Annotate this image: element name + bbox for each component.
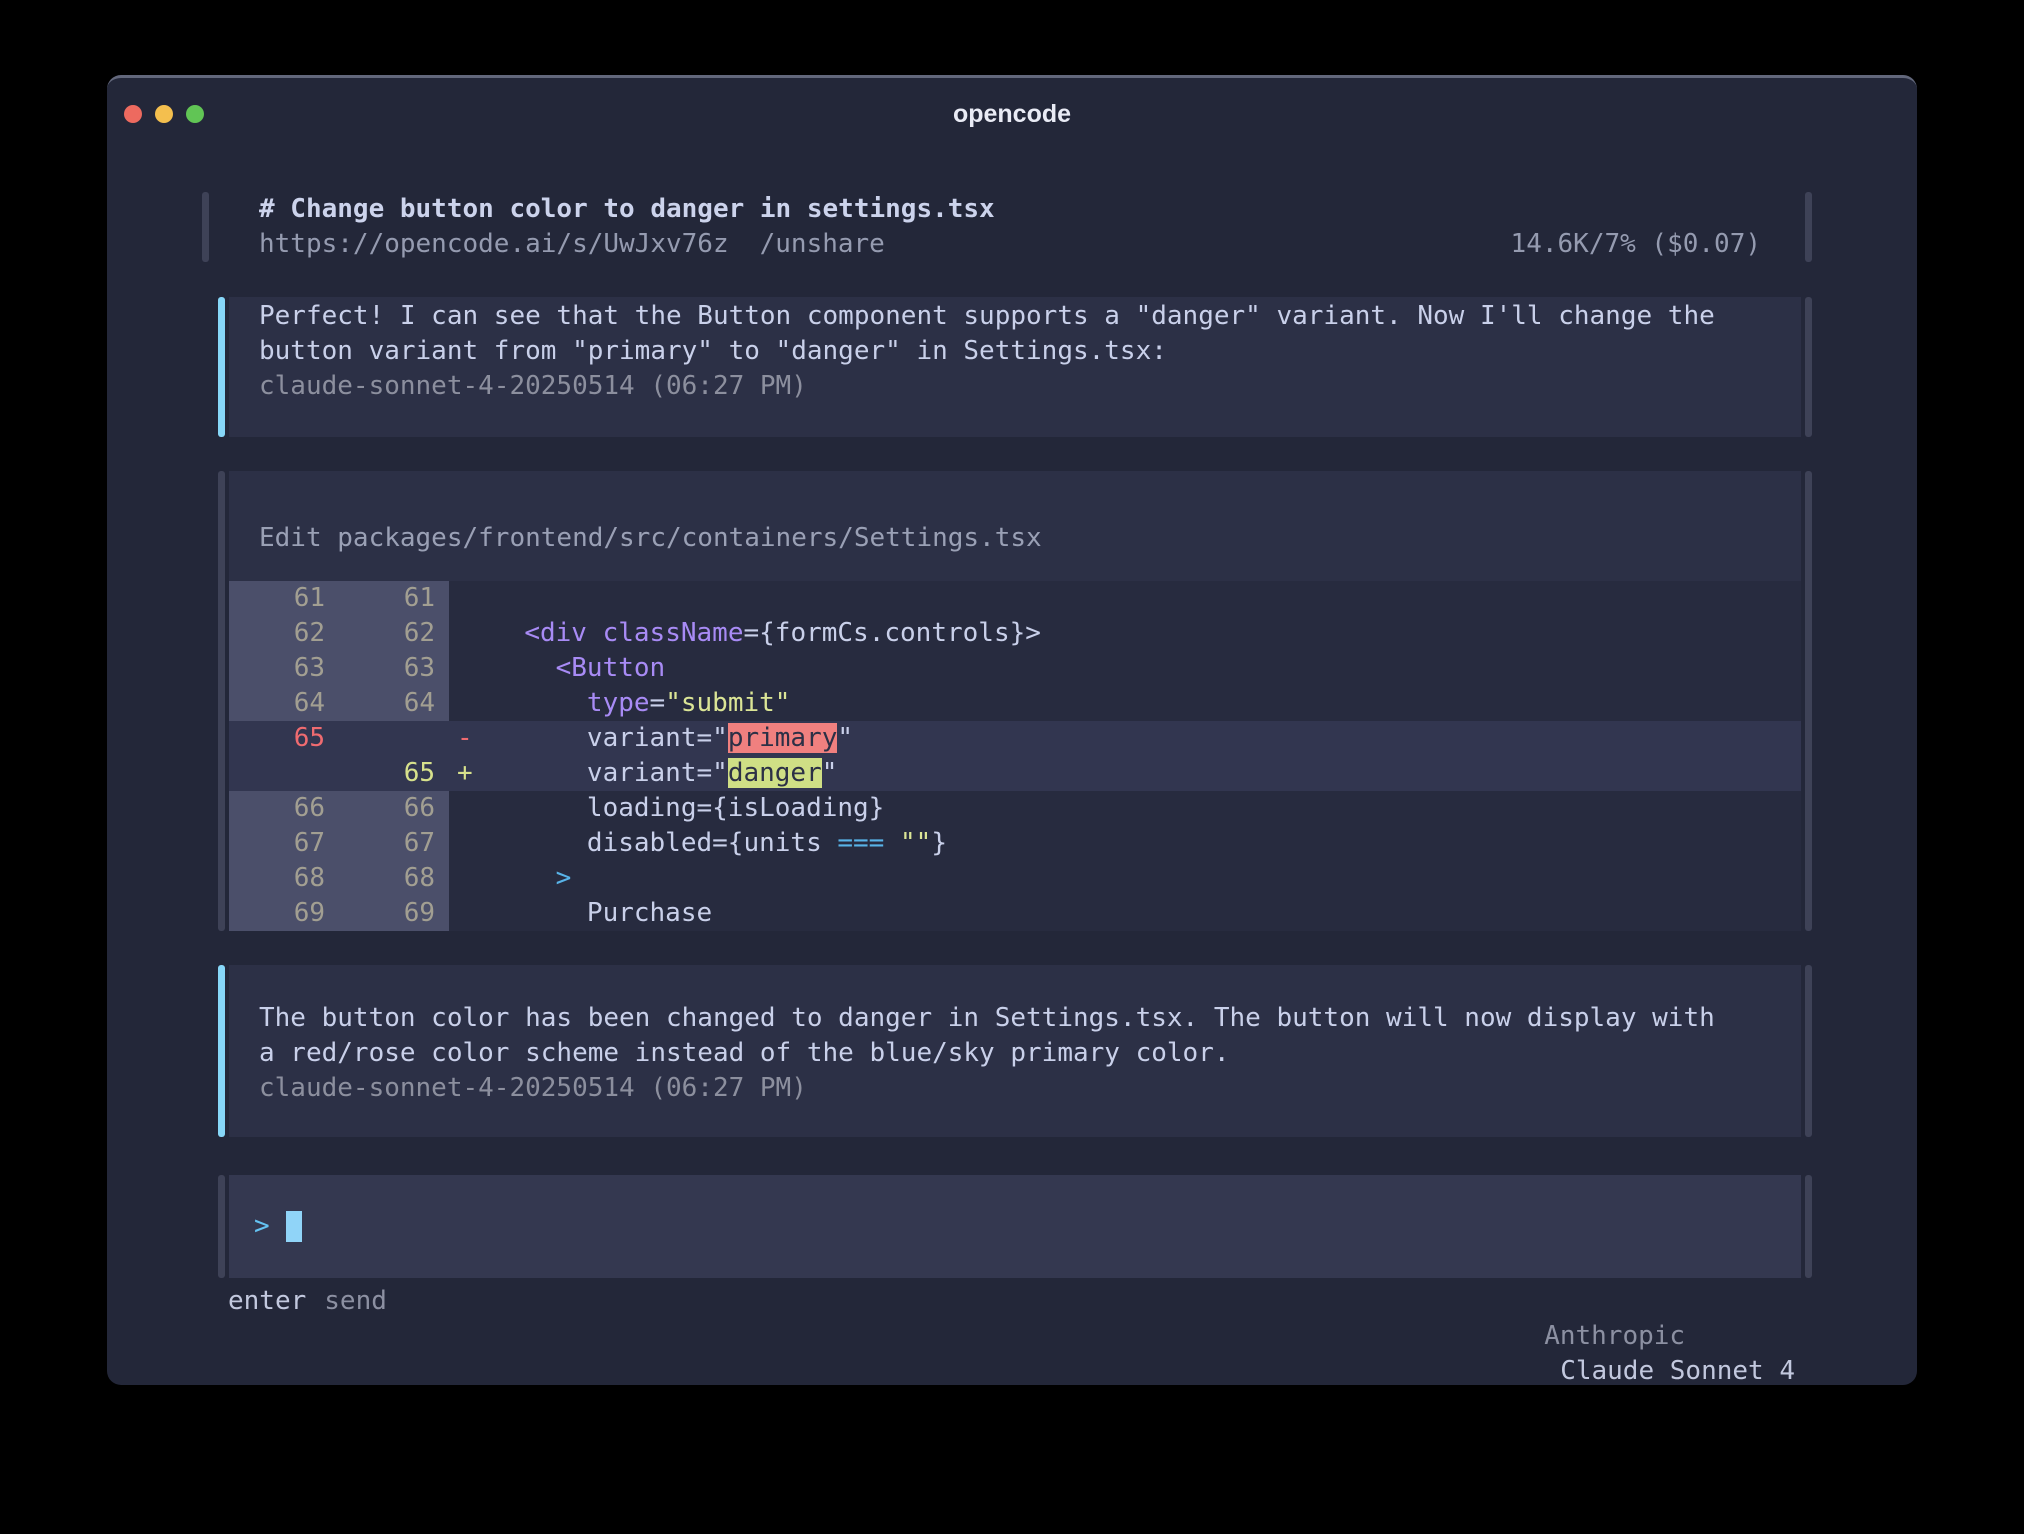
message-text-line: a red/rose color scheme instead of the b… xyxy=(259,1036,1771,1071)
message-text-line: button variant from "primary" to "danger… xyxy=(259,334,1771,369)
edit-tool-block: Edit packages/frontend/src/containers/Se… xyxy=(218,471,1812,931)
prompt-input-block: > xyxy=(218,1175,1812,1278)
diff-row: 6464 type="submit" xyxy=(229,686,1801,721)
traffic-lights xyxy=(124,78,204,150)
header-right-bar xyxy=(1805,192,1812,262)
zoom-button[interactable] xyxy=(186,105,204,123)
model-indicator: Anthropic Claude Sonnet 4 xyxy=(1450,1284,1795,1385)
share-url-link[interactable]: https://opencode.ai/s/UwJxv76z xyxy=(259,227,729,262)
input-right-bar xyxy=(1805,1175,1812,1278)
session-header: # Change button color to danger in setti… xyxy=(202,192,1812,262)
window-title: opencode xyxy=(953,97,1071,132)
diff-row: 6262 <div className={formCs.controls}> xyxy=(229,616,1801,651)
diff-row: 65+ variant="danger" xyxy=(229,756,1801,791)
token-cost-stats: 14.6K/7% ($0.07) xyxy=(1511,227,1801,262)
model-provider: Anthropic xyxy=(1544,1321,1685,1351)
text-cursor xyxy=(286,1211,302,1242)
assistant-message: Perfect! I can see that the Button compo… xyxy=(218,297,1812,437)
header-left-bar xyxy=(202,192,209,262)
message-model-meta: claude-sonnet-4-20250514 (06:27 PM) xyxy=(259,369,1771,404)
session-title: # Change button color to danger in setti… xyxy=(259,192,1801,227)
enter-key-hint: enter xyxy=(228,1284,306,1385)
prompt-input[interactable]: > xyxy=(229,1175,1801,1278)
message-text-line: Perfect! I can see that the Button compo… xyxy=(259,299,1771,334)
message-right-bar xyxy=(1805,965,1812,1137)
close-button[interactable] xyxy=(124,105,142,123)
diff-row: 6161 xyxy=(229,581,1801,616)
assistant-message: The button color has been changed to dan… xyxy=(218,965,1812,1137)
diff-row: 6767 disabled={units === ""} xyxy=(229,826,1801,861)
unshare-command[interactable]: /unshare xyxy=(760,227,885,262)
opencode-window: opencode # Change button color to danger… xyxy=(107,75,1917,1385)
diff-row: 6363 <Button xyxy=(229,651,1801,686)
message-text-line: The button color has been changed to dan… xyxy=(259,1001,1771,1036)
message-accent-bar xyxy=(218,297,225,437)
diff-row: 6666 loading={isLoading} xyxy=(229,791,1801,826)
model-name: Claude Sonnet 4 xyxy=(1560,1356,1795,1385)
message-right-bar xyxy=(1805,297,1812,437)
titlebar: opencode xyxy=(107,78,1917,150)
diff-row: 6969 Purchase xyxy=(229,896,1801,931)
edit-file-path: Edit packages/frontend/src/containers/Se… xyxy=(229,471,1801,581)
minimize-button[interactable] xyxy=(155,105,173,123)
input-left-bar xyxy=(218,1175,225,1278)
diff-row: 65- variant="primary" xyxy=(229,721,1801,756)
desktop: { "window": { "title": "opencode" }, "he… xyxy=(0,0,2024,1534)
edit-right-bar xyxy=(1805,471,1812,931)
diff-row: 6868 > xyxy=(229,861,1801,896)
send-action-hint: send xyxy=(324,1284,387,1385)
diff-rows: 61616262 <div className={formCs.controls… xyxy=(229,581,1801,931)
footer-hints: enter send Anthropic Claude Sonnet 4 xyxy=(228,1284,1795,1385)
prompt-symbol: > xyxy=(254,1209,270,1244)
message-accent-bar xyxy=(218,965,225,1137)
message-model-meta: claude-sonnet-4-20250514 (06:27 PM) xyxy=(259,1071,1771,1106)
edit-left-bar xyxy=(218,471,225,931)
